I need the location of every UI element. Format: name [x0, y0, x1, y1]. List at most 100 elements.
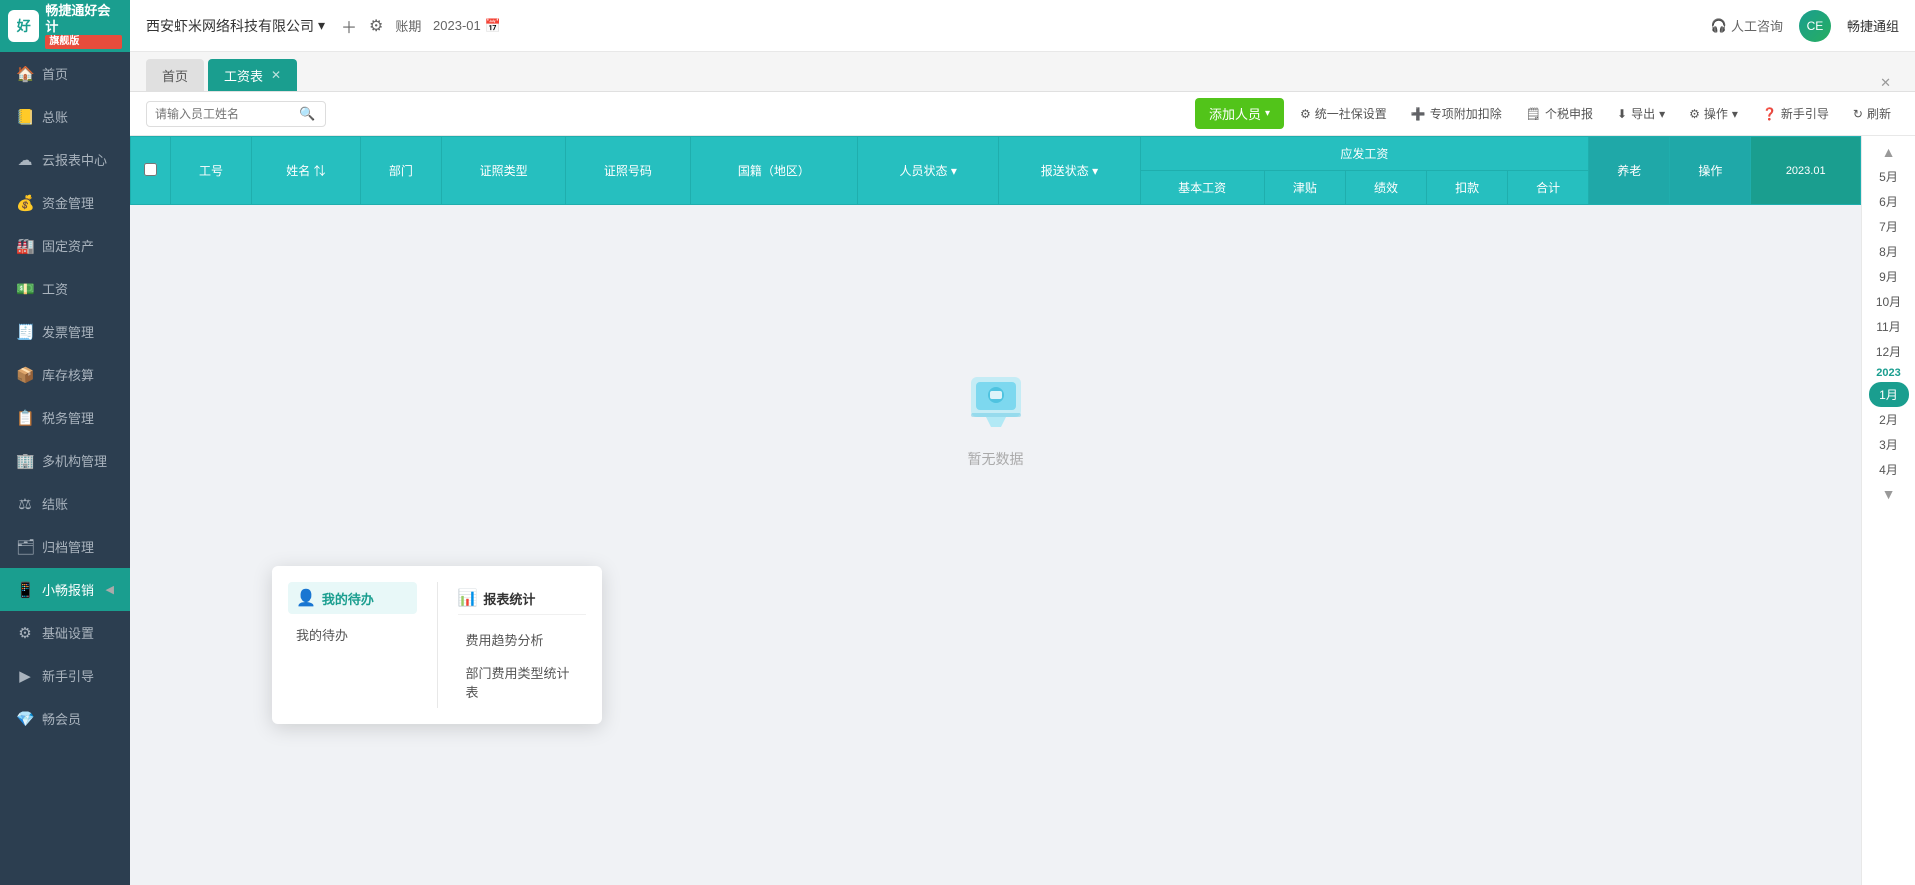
sidebar-label-invoice: 发票管理: [42, 322, 94, 341]
th-base-salary: 基本工资: [1140, 171, 1264, 205]
tab-salary[interactable]: 工资表 ✕: [208, 59, 297, 91]
timeline-month-5[interactable]: 5月: [1869, 164, 1909, 189]
th-checkbox[interactable]: [131, 137, 171, 205]
sidebar-item-assets[interactable]: 🏭 固定资产: [0, 224, 130, 267]
refresh-icon: ↻: [1853, 107, 1863, 121]
timeline-month-7[interactable]: 7月: [1869, 214, 1909, 239]
sidebar-item-expense[interactable]: 📱 小畅报销 ◀: [0, 568, 130, 611]
sidebar-item-vip[interactable]: 💎 畅会员: [0, 697, 130, 740]
multi-org-icon: 🏢: [16, 452, 34, 470]
sidebar-item-guide[interactable]: ▶ 新手引导: [0, 654, 130, 697]
timeline-month-3[interactable]: 3月: [1869, 432, 1909, 457]
search-icon[interactable]: 🔍: [299, 106, 315, 122]
sidebar-label-home: 首页: [42, 64, 68, 83]
popup-header-todo[interactable]: 👤 我的待办: [288, 582, 417, 614]
social-insurance-label: 统一社保设置: [1315, 105, 1387, 122]
user-name[interactable]: 畅捷通组: [1847, 16, 1899, 35]
timeline-month-1[interactable]: 1月: [1869, 382, 1909, 407]
export-icon: ⬇: [1617, 107, 1627, 121]
add-person-chevron: ▾: [1265, 108, 1270, 119]
refresh-btn[interactable]: ↻ 刷新: [1845, 101, 1899, 126]
sidebar-item-archive[interactable]: 🗂 归档管理: [0, 525, 130, 568]
calendar-icon[interactable]: 📅: [485, 18, 501, 34]
timeline-month-4[interactable]: 4月: [1869, 457, 1909, 482]
refresh-label: 刷新: [1867, 105, 1891, 122]
right-timeline-panel: ▲ 5月 6月 7月 8月 9月 10月 11月 12月 2023 1月 2月 …: [1861, 136, 1915, 885]
th-submit-status[interactable]: 报送状态 ▾: [999, 137, 1140, 205]
operation-label: 操作: [1704, 105, 1728, 122]
th-total: 合计: [1508, 171, 1589, 205]
tab-close-all[interactable]: ✕: [1872, 75, 1899, 91]
add-person-label: 添加人员: [1209, 104, 1261, 123]
popup-item-dept-stats[interactable]: 部门费用类型统计表: [458, 656, 587, 708]
th-name[interactable]: 姓名 ⇅: [252, 137, 361, 205]
sidebar-label-salary: 工资: [42, 279, 68, 298]
popup-item-my-todo[interactable]: 我的待办: [288, 618, 417, 651]
timeline-month-10[interactable]: 10月: [1869, 289, 1909, 314]
social-insurance-btn[interactable]: ⚙ 统一社保设置: [1292, 101, 1395, 126]
settings-gear-btn[interactable]: ⚙: [369, 16, 383, 36]
timeline-month-8[interactable]: 8月: [1869, 239, 1909, 264]
th-year-label: 2023.01: [1751, 137, 1861, 205]
search-input[interactable]: [155, 107, 295, 121]
tab-home-label: 首页: [162, 66, 188, 85]
sidebar-item-salary[interactable]: 💵 工资: [0, 267, 130, 310]
header-right: 🎧 人工咨询 CE 畅捷通组: [1711, 10, 1899, 42]
th-allowance: 津贴: [1264, 171, 1345, 205]
sidebar-item-ledger[interactable]: 📒 总账: [0, 95, 130, 138]
operation-icon: ⚙: [1689, 107, 1700, 121]
th-cert-type: 证照类型: [441, 137, 565, 205]
empty-icon: [956, 357, 1036, 437]
sidebar-item-home[interactable]: 🏠 首页: [0, 52, 130, 95]
th-nationality: 国籍（地区）: [690, 137, 858, 205]
tax-filing-btn[interactable]: 🗒 个税申报: [1518, 101, 1601, 126]
table-wrapper: 工号 姓名 ⇅ 部门 证照类型 证照号码 国籍（地区） 人员状态 ▾ 报送状态 …: [130, 136, 1861, 885]
sidebar-collapse-icon: ◀: [106, 583, 114, 596]
user-avatar: CE: [1799, 10, 1831, 42]
add-company-btn[interactable]: ＋: [341, 14, 357, 38]
th-cert-number: 证照号码: [566, 137, 690, 205]
popup-col-todo: 👤 我的待办 我的待办: [288, 582, 417, 708]
support-btn[interactable]: 🎧 人工咨询: [1711, 16, 1783, 35]
empty-state: 暂无数据: [141, 213, 1851, 613]
app-edition: 旗舰版: [45, 35, 122, 49]
tab-salary-label: 工资表: [224, 66, 263, 85]
company-selector[interactable]: 西安虾米网络科技有限公司 ▾: [146, 16, 325, 36]
sidebar-label-settlement: 结账: [42, 494, 68, 513]
timeline-nav-up[interactable]: ▲: [1878, 140, 1900, 164]
timeline-month-6[interactable]: 6月: [1869, 189, 1909, 214]
timeline-nav-down[interactable]: ▼: [1878, 482, 1900, 506]
timeline-month-11[interactable]: 11月: [1869, 314, 1909, 339]
th-person-status[interactable]: 人员状态 ▾: [858, 137, 999, 205]
timeline-month-9[interactable]: 9月: [1869, 264, 1909, 289]
popup-item-trend[interactable]: 费用趋势分析: [458, 623, 587, 656]
sidebar-item-multi-org[interactable]: 🏢 多机构管理: [0, 439, 130, 482]
empty-text: 暂无数据: [968, 449, 1024, 469]
table-empty-row: 暂无数据: [131, 205, 1861, 622]
sidebar-item-invoice[interactable]: 🧾 发票管理: [0, 310, 130, 353]
sidebar-item-finance[interactable]: 💰 资金管理: [0, 181, 130, 224]
tab-home[interactable]: 首页: [146, 59, 204, 91]
export-label: 导出: [1631, 105, 1655, 122]
tax-filing-label: 个税申报: [1545, 105, 1593, 122]
app-logo: 好 畅捷通好会计 旗舰版: [0, 0, 130, 52]
export-btn[interactable]: ⬇ 导出 ▾: [1609, 101, 1673, 126]
sidebar-item-settings[interactable]: ⚙ 基础设置: [0, 611, 130, 654]
add-person-btn[interactable]: 添加人员 ▾: [1195, 98, 1284, 129]
sidebar-item-inventory[interactable]: 📦 库存核算: [0, 353, 130, 396]
popup-report-title: 报表统计: [483, 589, 535, 608]
timeline-month-12[interactable]: 12月: [1869, 339, 1909, 364]
sidebar-item-cloud-report[interactable]: ☁ 云报表中心: [0, 138, 130, 181]
sidebar-item-tax[interactable]: 📋 税务管理: [0, 396, 130, 439]
timeline-month-2[interactable]: 2月: [1869, 407, 1909, 432]
popup-header-report[interactable]: 📊 报表统计: [458, 582, 587, 615]
wage-table: 工号 姓名 ⇅ 部门 证照类型 证照号码 国籍（地区） 人员状态 ▾ 报送状态 …: [130, 136, 1861, 621]
guide-btn[interactable]: ❓ 新手引导: [1754, 101, 1837, 126]
operation-btn[interactable]: ⚙ 操作 ▾: [1681, 101, 1746, 126]
select-all-checkbox[interactable]: [144, 163, 157, 176]
special-deduction-btn[interactable]: ➕ 专项附加扣除: [1403, 101, 1510, 126]
sidebar-item-settlement[interactable]: ⚖ 结账: [0, 482, 130, 525]
tab-salary-close[interactable]: ✕: [271, 68, 281, 82]
sidebar-label-vip: 畅会员: [42, 709, 81, 728]
todo-icon: 👤: [296, 588, 316, 608]
